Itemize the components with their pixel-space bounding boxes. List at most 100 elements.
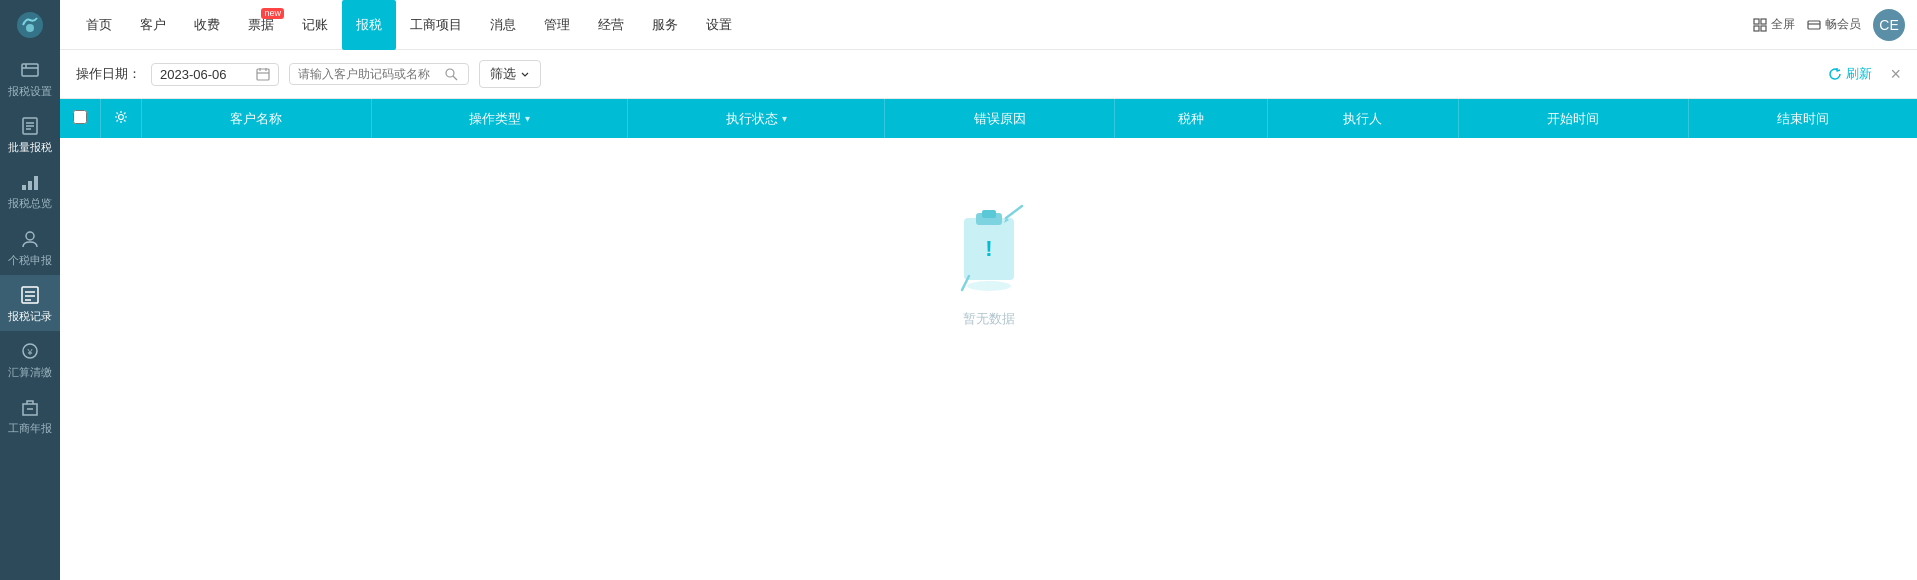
sidebar-item-label: 报税总览 (8, 197, 52, 210)
nav-item-jingying[interactable]: 经营 (584, 0, 638, 50)
date-label: 操作日期： (76, 65, 141, 83)
svg-text:¥: ¥ (26, 347, 33, 357)
close-button[interactable]: × (1890, 64, 1901, 85)
sidebar: 报税设置 批量报税 报税总览 (0, 0, 60, 580)
sidebar-item-gongshangnianb[interactable]: 工商年报 (0, 387, 60, 443)
svg-point-33 (118, 115, 123, 120)
piliangbaoshui-icon (18, 114, 42, 138)
calendar-icon (256, 67, 270, 81)
fullscreen-button[interactable]: 全屏 (1753, 16, 1795, 33)
sidebar-item-baoshuishezhi[interactable]: 报税设置 (0, 50, 60, 106)
chevron-down-icon (520, 69, 530, 79)
svg-rect-21 (1754, 19, 1759, 24)
svg-rect-22 (1761, 19, 1766, 24)
nav-item-baoshui[interactable]: 报税 (342, 0, 396, 50)
sidebar-item-baoshuijilu[interactable]: 报税记录 (0, 275, 60, 331)
col-start-time: 开始时间 (1458, 99, 1688, 138)
col-error-reason: 错误原因 (885, 99, 1115, 138)
svg-rect-2 (22, 64, 38, 76)
filter-icon: ▾ (525, 113, 530, 124)
col-end-time: 结束时间 (1688, 99, 1917, 138)
member-icon (1807, 18, 1821, 32)
nav-items: 首页 客户 收费 票据 new 记账 报税 工商项目 消息 (72, 0, 1753, 50)
search-input[interactable] (298, 67, 438, 81)
nav-right: 全屏 畅会员 CE (1753, 9, 1905, 41)
nav-item-kehu[interactable]: 客户 (126, 0, 180, 50)
sidebar-item-huisuanjiaona[interactable]: ¥ 汇算清缴 (0, 331, 60, 387)
nav-item-xiaoxi[interactable]: 消息 (476, 0, 530, 50)
avatar[interactable]: CE (1873, 9, 1905, 41)
empty-state: ! 暂无数据 (60, 138, 1917, 388)
nav-item-guanli[interactable]: 管理 (530, 0, 584, 50)
sidebar-item-geshuishenbao[interactable]: 个税申报 (0, 219, 60, 275)
empty-illustration: ! (944, 198, 1034, 298)
content-area: 操作日期： 筛选 (60, 50, 1917, 580)
svg-rect-9 (22, 185, 26, 190)
table-header-row: 客户名称 操作类型 ▾ 执行状态 ▾ (60, 99, 1917, 138)
app-logo (0, 0, 60, 50)
nav-item-shoufei[interactable]: 收费 (180, 0, 234, 50)
search-wrap[interactable] (289, 63, 469, 85)
nav-item-fuwu[interactable]: 服务 (638, 0, 692, 50)
filter-button[interactable]: 筛选 (479, 60, 541, 88)
baoshuijilu-icon (18, 283, 42, 307)
col-tax-type: 税种 (1115, 99, 1267, 138)
nav-item-gongshangxiangmu[interactable]: 工商项目 (396, 0, 476, 50)
filter-icon: ▾ (782, 113, 787, 124)
search-icon (444, 67, 458, 81)
col-executor: 执行人 (1267, 99, 1458, 138)
col-operation-type: 操作类型 ▾ (371, 99, 628, 138)
date-picker[interactable] (151, 63, 279, 86)
nav-item-shezhi[interactable]: 设置 (692, 0, 746, 50)
settings-icon[interactable] (113, 109, 129, 125)
sidebar-item-label: 批量报税 (8, 141, 52, 154)
svg-line-38 (1006, 206, 1022, 218)
empty-text: 暂无数据 (963, 310, 1015, 328)
huisuanjiaona-icon: ¥ (18, 339, 42, 363)
table-container: 客户名称 操作类型 ▾ 执行状态 ▾ (60, 99, 1917, 580)
baoshuishezhi-icon (18, 58, 42, 82)
refresh-icon (1828, 67, 1842, 81)
sidebar-item-label: 报税记录 (8, 310, 52, 323)
top-nav: 首页 客户 收费 票据 new 记账 报税 工商项目 消息 (60, 0, 1917, 50)
nav-item-piao[interactable]: 票据 new (234, 0, 288, 50)
svg-point-31 (446, 69, 454, 77)
nav-item-jizhang[interactable]: 记账 (288, 0, 342, 50)
svg-rect-10 (28, 181, 32, 190)
svg-point-1 (26, 24, 34, 32)
sidebar-item-piliangbaoshui[interactable]: 批量报税 (0, 106, 60, 162)
data-table: 客户名称 操作类型 ▾ 执行状态 ▾ (60, 99, 1917, 388)
svg-rect-27 (257, 69, 269, 80)
nav-item-shouye[interactable]: 首页 (72, 0, 126, 50)
main-area: 首页 客户 收费 票据 new 记账 报税 工商项目 消息 (60, 0, 1917, 580)
sidebar-item-baoshuizonglan[interactable]: 报税总览 (0, 162, 60, 218)
svg-rect-36 (982, 210, 996, 218)
empty-state-row: ! 暂无数据 (60, 138, 1917, 388)
col-customer-name: 客户名称 (141, 99, 371, 138)
fullscreen-icon (1753, 18, 1767, 32)
gongshangnianb-icon (18, 395, 42, 419)
baoshuizonglan-icon (18, 170, 42, 194)
svg-rect-25 (1808, 21, 1820, 29)
svg-rect-24 (1761, 26, 1766, 31)
sidebar-item-label: 报税设置 (8, 85, 52, 98)
svg-line-32 (453, 76, 457, 80)
col-exec-status: 执行状态 ▾ (628, 99, 885, 138)
refresh-button[interactable]: 刷新 (1828, 65, 1872, 83)
svg-point-40 (967, 281, 1011, 291)
toolbar: 操作日期： 筛选 (60, 50, 1917, 99)
date-input[interactable] (160, 67, 250, 82)
geshuishenbao-icon (18, 227, 42, 251)
svg-rect-23 (1754, 26, 1759, 31)
svg-text:!: ! (985, 236, 992, 261)
sidebar-item-label: 个税申报 (8, 254, 52, 267)
select-all-checkbox[interactable] (73, 110, 87, 124)
col-settings (100, 99, 141, 138)
piao-badge: new (261, 8, 284, 19)
sidebar-item-label: 工商年报 (8, 422, 52, 435)
col-checkbox (60, 99, 100, 138)
svg-rect-11 (34, 176, 38, 190)
member-button[interactable]: 畅会员 (1807, 16, 1861, 33)
svg-point-12 (26, 232, 34, 240)
sidebar-item-label: 汇算清缴 (8, 366, 52, 379)
